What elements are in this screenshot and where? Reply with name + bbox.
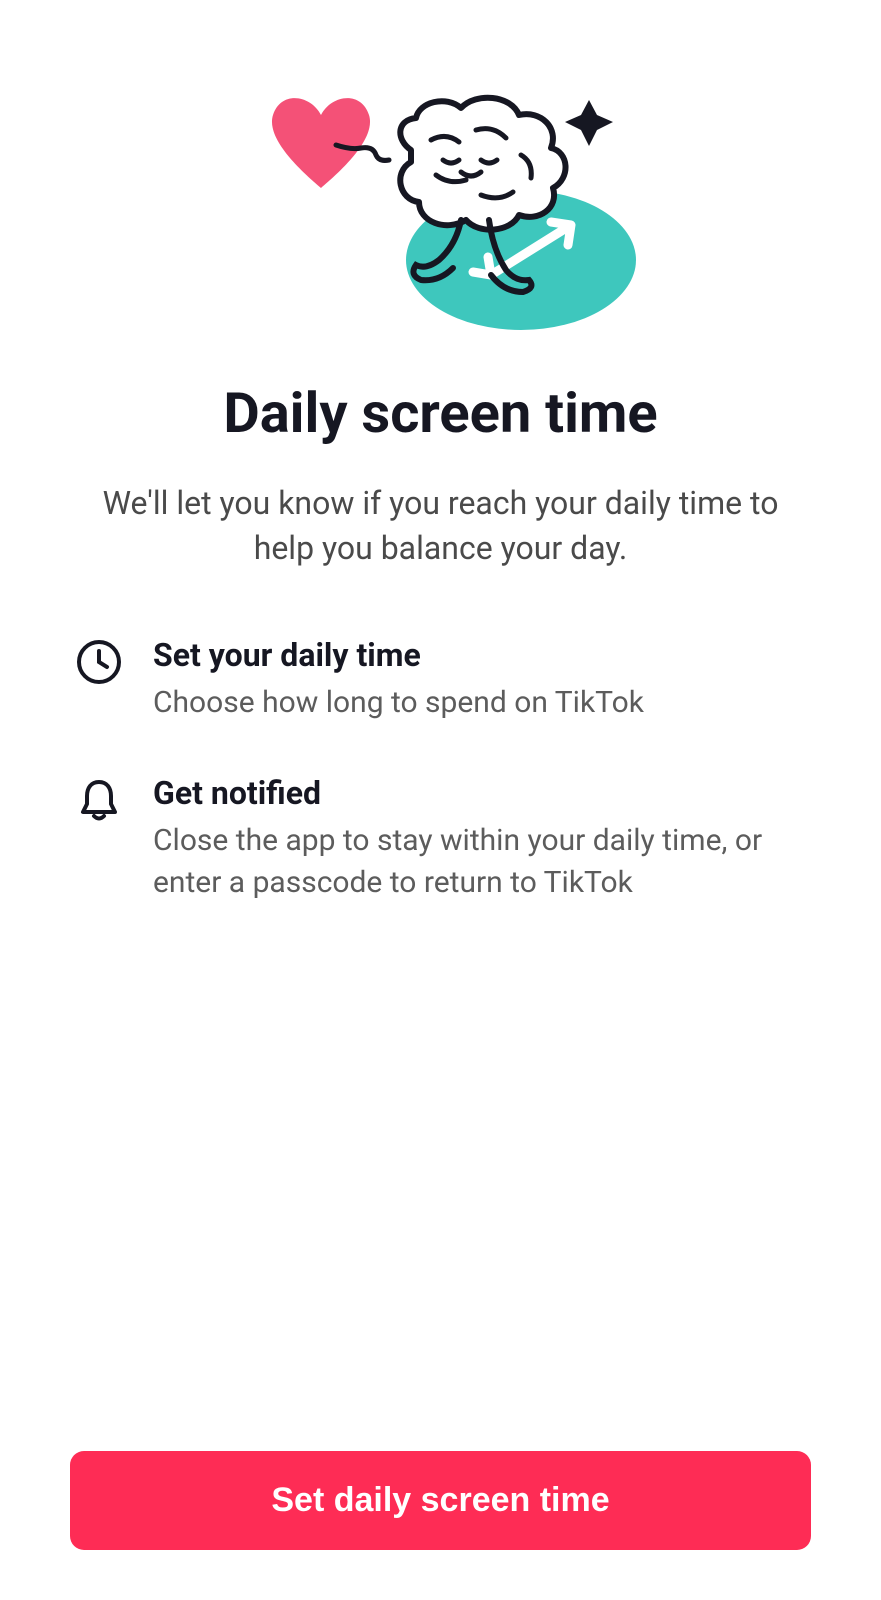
feature-get-notified: Get notified Close the app to stay withi… <box>75 774 806 904</box>
feature-title: Set your daily time <box>153 636 806 674</box>
set-daily-screen-time-button[interactable]: Set daily screen time <box>70 1451 811 1550</box>
feature-set-time: Set your daily time Choose how long to s… <box>75 636 806 724</box>
page-subtitle: We'll let you know if you reach your dai… <box>70 481 811 571</box>
hero-illustration <box>70 60 811 340</box>
feature-description: Close the app to stay within your daily … <box>153 820 806 904</box>
feature-list: Set your daily time Choose how long to s… <box>70 636 811 904</box>
bell-icon <box>75 776 123 824</box>
clock-icon <box>75 638 123 686</box>
feature-title: Get notified <box>153 774 806 812</box>
feature-description: Choose how long to spend on TikTok <box>153 682 806 724</box>
page-title: Daily screen time <box>70 380 811 446</box>
